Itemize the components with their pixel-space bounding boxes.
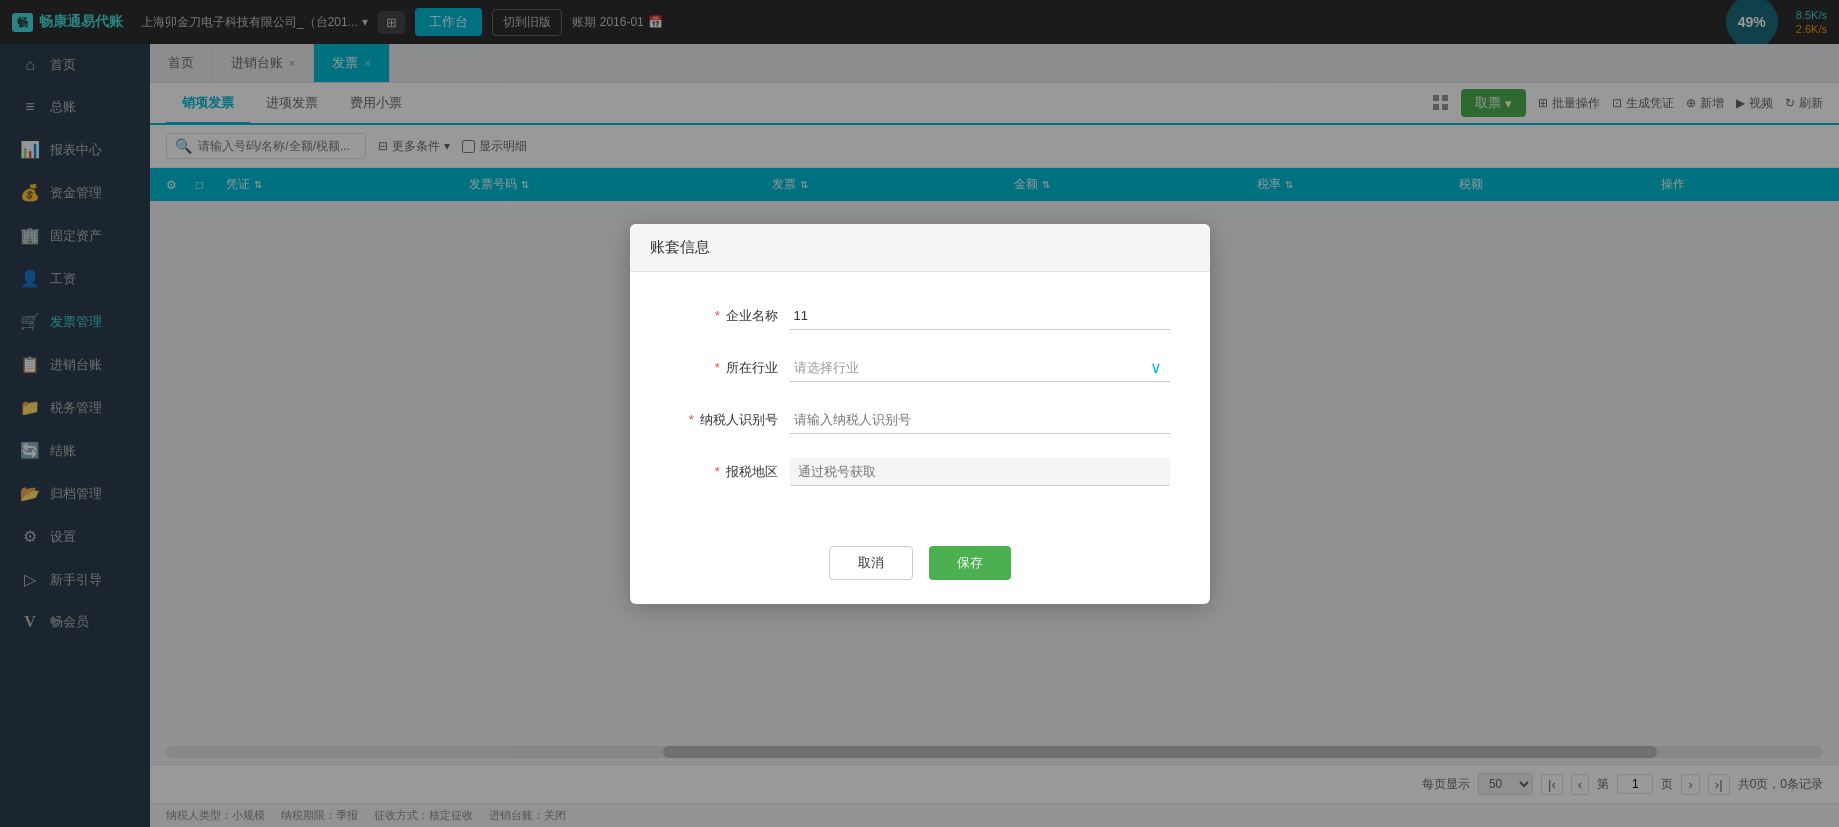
account-info-modal: 账套信息 * 企业名称 * 所在行业 请选择行业 [630, 224, 1210, 604]
modal-footer: 取消 保存 [630, 530, 1210, 604]
required-marker: * [715, 308, 720, 323]
tax-region-label: * 报税地区 [670, 463, 790, 481]
industry-label: * 所在行业 [670, 359, 790, 377]
modal-tax-id-row: * 纳税人识别号 [670, 406, 1170, 434]
modal-tax-region-row: * 报税地区 [670, 458, 1170, 486]
industry-select-wrap[interactable]: 请选择行业 ∨ [790, 354, 1170, 382]
modal-title: 账套信息 [630, 224, 1210, 272]
required-marker: * [689, 412, 694, 427]
modal-industry-row: * 所在行业 请选择行业 ∨ [670, 354, 1170, 382]
tax-region-input [790, 458, 1170, 486]
required-marker: * [715, 360, 720, 375]
cancel-button[interactable]: 取消 [829, 546, 913, 580]
company-name-input[interactable] [790, 302, 1170, 330]
save-button[interactable]: 保存 [929, 546, 1011, 580]
tax-id-label: * 纳税人识别号 [670, 411, 790, 429]
company-name-label: * 企业名称 [670, 307, 790, 325]
required-marker: * [715, 464, 720, 479]
industry-select[interactable]: 请选择行业 [790, 354, 1170, 381]
modal-overlay[interactable]: 账套信息 * 企业名称 * 所在行业 请选择行业 [0, 0, 1839, 827]
modal-body: * 企业名称 * 所在行业 请选择行业 ∨ [630, 272, 1210, 530]
modal-company-name-row: * 企业名称 [670, 302, 1170, 330]
tax-id-input[interactable] [790, 406, 1170, 434]
